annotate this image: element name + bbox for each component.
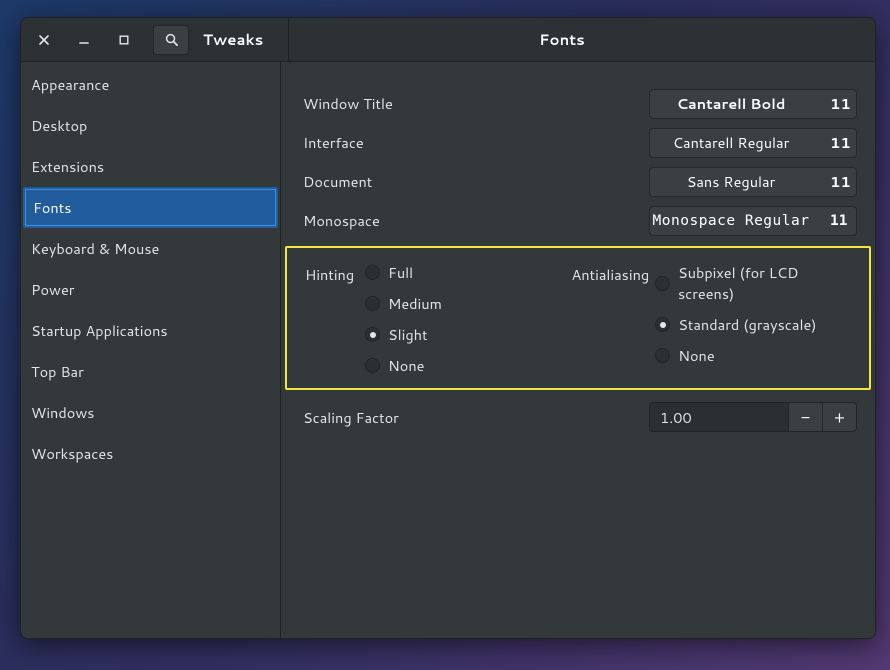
hinting-radio-slight[interactable]: Slight — [365, 324, 442, 345]
hinting-radio-medium[interactable]: Medium — [365, 293, 442, 314]
sidebar-item-fonts[interactable]: Fonts — [23, 187, 278, 228]
sidebar-item-power[interactable]: Power — [21, 269, 280, 310]
antialiasing-radio-none[interactable]: None — [655, 345, 855, 366]
font-row-label: Monospace — [303, 210, 380, 231]
sidebar-item-label: Windows — [31, 402, 94, 423]
radio-label: Standard (grayscale) — [678, 314, 816, 335]
sidebar-item-label: Desktop — [31, 115, 87, 136]
radio-icon — [655, 276, 670, 291]
font-name: Cantarell Bold — [650, 93, 812, 114]
sidebar-item-extensions[interactable]: Extensions — [21, 146, 280, 187]
scaling-increment-button[interactable]: + — [822, 403, 856, 431]
font-name: Sans Regular — [650, 171, 812, 192]
font-row: Document Sans Regular 11 — [303, 162, 857, 201]
font-select-button[interactable]: Monospace Regular 11 — [649, 206, 857, 236]
font-size: 11 — [830, 171, 856, 192]
radio-icon — [365, 296, 380, 311]
font-name: Monospace Regular — [650, 213, 812, 229]
app-title: Tweaks — [203, 29, 263, 50]
minimize-icon — [78, 35, 90, 45]
radio-label: Medium — [388, 293, 442, 314]
search-button[interactable] — [153, 25, 189, 55]
maximize-button[interactable] — [107, 25, 141, 55]
plus-icon: + — [834, 406, 845, 429]
radio-label: None — [388, 355, 424, 376]
font-select-button[interactable]: Sans Regular 11 — [649, 167, 857, 197]
content-area: Window Title Cantarell Bold 11 Interface Can… — [281, 62, 875, 638]
sidebar-item-label: Extensions — [31, 156, 104, 177]
page-title: Fonts — [269, 29, 855, 50]
close-icon — [39, 35, 49, 45]
hinting-label: Hinting — [305, 260, 365, 376]
sidebar-item-label: Power — [31, 279, 74, 300]
font-row-label: Interface — [303, 132, 364, 153]
sidebar-item-label: Fonts — [33, 197, 71, 218]
font-row: Window Title Cantarell Bold 11 — [303, 84, 857, 123]
font-row: Monospace Monospace Regular 11 — [303, 201, 857, 240]
minus-icon: − — [801, 406, 810, 429]
font-select-button[interactable]: Cantarell Bold 11 — [649, 89, 857, 119]
font-row-label: Document — [303, 171, 372, 192]
sidebar-item-workspaces[interactable]: Workspaces — [21, 433, 280, 474]
sidebar-item-top-bar[interactable]: Top Bar — [21, 351, 280, 392]
antialiasing-radio-standard-grayscale[interactable]: Standard (grayscale) — [655, 314, 855, 335]
font-size: 11 — [830, 93, 856, 114]
font-row: Interface Cantarell Regular 11 — [303, 123, 857, 162]
radio-label: Slight — [388, 324, 428, 345]
scaling-factor-label: Scaling Factor — [303, 407, 399, 428]
radio-icon — [365, 358, 380, 373]
maximize-icon — [119, 35, 129, 45]
sidebar-item-keyboard-mouse[interactable]: Keyboard & Mouse — [21, 228, 280, 269]
font-name: Cantarell Regular — [650, 132, 812, 153]
antialiasing-radio-subpixel-for-lcd-screens[interactable]: Subpixel (for LCD screens) — [655, 262, 855, 304]
scaling-factor-stepper[interactable]: 1.00 − + — [649, 402, 857, 432]
radio-icon — [655, 317, 670, 332]
scaling-factor-value[interactable]: 1.00 — [650, 403, 788, 431]
tweaks-window: Tweaks Fonts Appearance Desktop Extensions… — [20, 17, 876, 639]
search-icon — [164, 32, 179, 47]
highlighted-section: Hinting Full Medium Slight None Antialiasin… — [285, 246, 871, 390]
sidebar-item-appearance[interactable]: Appearance — [21, 64, 280, 105]
sidebar-item-windows[interactable]: Windows — [21, 392, 280, 433]
hinting-radio-full[interactable]: Full — [365, 262, 442, 283]
sidebar-item-label: Startup Applications — [31, 320, 168, 341]
sidebar-item-label: Top Bar — [31, 361, 84, 382]
font-size: 11 — [830, 132, 856, 153]
scaling-decrement-button[interactable]: − — [788, 403, 822, 431]
font-row-label: Window Title — [303, 93, 393, 114]
minimize-button[interactable] — [67, 25, 101, 55]
close-button[interactable] — [27, 25, 61, 55]
antialiasing-label: Antialiasing — [567, 260, 655, 376]
sidebar-item-label: Appearance — [31, 74, 109, 95]
font-select-button[interactable]: Cantarell Regular 11 — [649, 128, 857, 158]
font-size: 11 — [830, 213, 856, 229]
radio-label: Full — [388, 262, 413, 283]
hinting-radio-none[interactable]: None — [365, 355, 442, 376]
radio-icon — [655, 348, 670, 363]
radio-label: Subpixel (for LCD screens) — [678, 262, 855, 304]
radio-icon — [365, 265, 380, 280]
radio-label: None — [678, 345, 714, 366]
sidebar-item-startup-applications[interactable]: Startup Applications — [21, 310, 280, 351]
header-bar: Tweaks Fonts — [21, 18, 875, 62]
sidebar-item-label: Workspaces — [31, 443, 113, 464]
sidebar: Appearance Desktop Extensions Fonts Keyboard… — [21, 62, 281, 638]
radio-icon — [365, 327, 380, 342]
sidebar-item-desktop[interactable]: Desktop — [21, 105, 280, 146]
sidebar-item-label: Keyboard & Mouse — [31, 238, 159, 259]
